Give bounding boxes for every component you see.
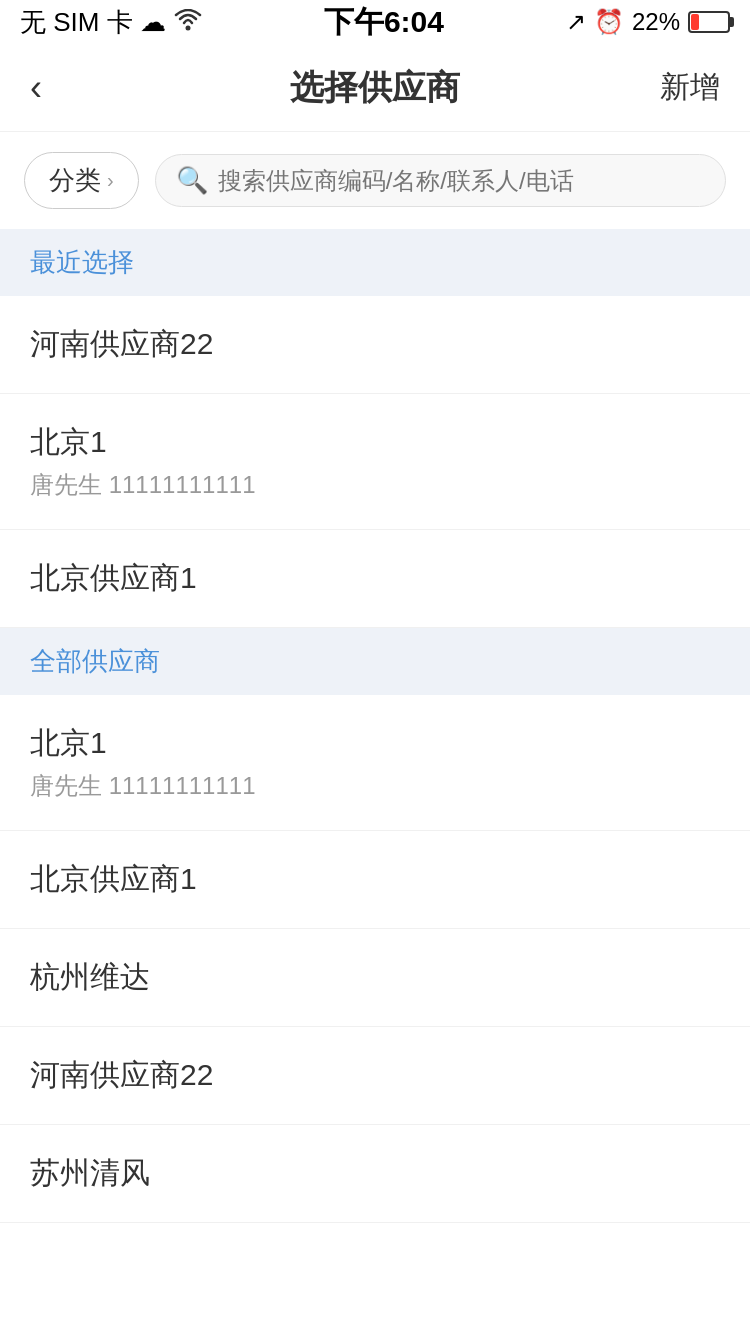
- status-left: 无 SIM 卡 ☁: [20, 5, 202, 40]
- all-item-3[interactable]: 河南供应商22: [0, 1027, 750, 1125]
- all-section-label: 全部供应商: [30, 646, 160, 676]
- back-button[interactable]: ‹: [30, 67, 90, 109]
- category-button[interactable]: 分类 ›: [24, 152, 139, 209]
- svg-point-0: [185, 25, 190, 30]
- all-item-4[interactable]: 苏州清风: [0, 1125, 750, 1223]
- all-section-header: 全部供应商: [0, 628, 750, 695]
- page-title: 选择供应商: [290, 65, 460, 111]
- search-box[interactable]: 🔍: [155, 154, 726, 207]
- search-icon: 🔍: [176, 165, 208, 196]
- location-icon: ↗: [566, 8, 586, 36]
- battery-percent: 22%: [632, 8, 680, 36]
- recent-item-0[interactable]: 河南供应商22: [0, 296, 750, 394]
- all-item-0[interactable]: 北京1 唐先生 11111111111: [0, 695, 750, 831]
- recent-item-name-1: 北京1: [30, 422, 720, 463]
- recent-section-header: 最近选择: [0, 229, 750, 296]
- category-label: 分类: [49, 163, 101, 198]
- battery-icon: [688, 11, 730, 33]
- recent-item-1[interactable]: 北京1 唐先生 11111111111: [0, 394, 750, 530]
- filter-bar: 分类 › 🔍: [0, 132, 750, 229]
- add-button[interactable]: 新增: [660, 67, 720, 108]
- status-time: 下午6:04: [324, 2, 444, 43]
- recent-section-label: 最近选择: [30, 247, 134, 277]
- all-item-name-1: 北京供应商1: [30, 859, 720, 900]
- all-item-name-3: 河南供应商22: [30, 1055, 720, 1096]
- all-items-list: 北京1 唐先生 11111111111 北京供应商1 杭州维达 河南供应商22 …: [0, 695, 750, 1223]
- status-right: ↗ ⏰ 22%: [566, 8, 730, 36]
- recent-item-sub-1: 唐先生 11111111111: [30, 469, 720, 501]
- all-item-sub-0: 唐先生 11111111111: [30, 770, 720, 802]
- nav-bar: ‹ 选择供应商 新增: [0, 44, 750, 132]
- chevron-right-icon: ›: [107, 169, 114, 192]
- wifi-icon: [174, 7, 202, 38]
- recent-item-2[interactable]: 北京供应商1: [0, 530, 750, 628]
- recent-items-list: 河南供应商22 北京1 唐先生 11111111111 北京供应商1: [0, 296, 750, 628]
- no-sim-label: 无 SIM 卡 ☁: [20, 5, 166, 40]
- all-item-name-0: 北京1: [30, 723, 720, 764]
- all-item-name-2: 杭州维达: [30, 957, 720, 998]
- all-item-1[interactable]: 北京供应商1: [0, 831, 750, 929]
- all-item-2[interactable]: 杭州维达: [0, 929, 750, 1027]
- recent-item-name-2: 北京供应商1: [30, 558, 720, 599]
- all-item-name-4: 苏州清风: [30, 1153, 720, 1194]
- status-bar: 无 SIM 卡 ☁ 下午6:04 ↗ ⏰ 22%: [0, 0, 750, 44]
- recent-item-name-0: 河南供应商22: [30, 324, 720, 365]
- alarm-icon: ⏰: [594, 8, 624, 36]
- search-input[interactable]: [218, 167, 705, 195]
